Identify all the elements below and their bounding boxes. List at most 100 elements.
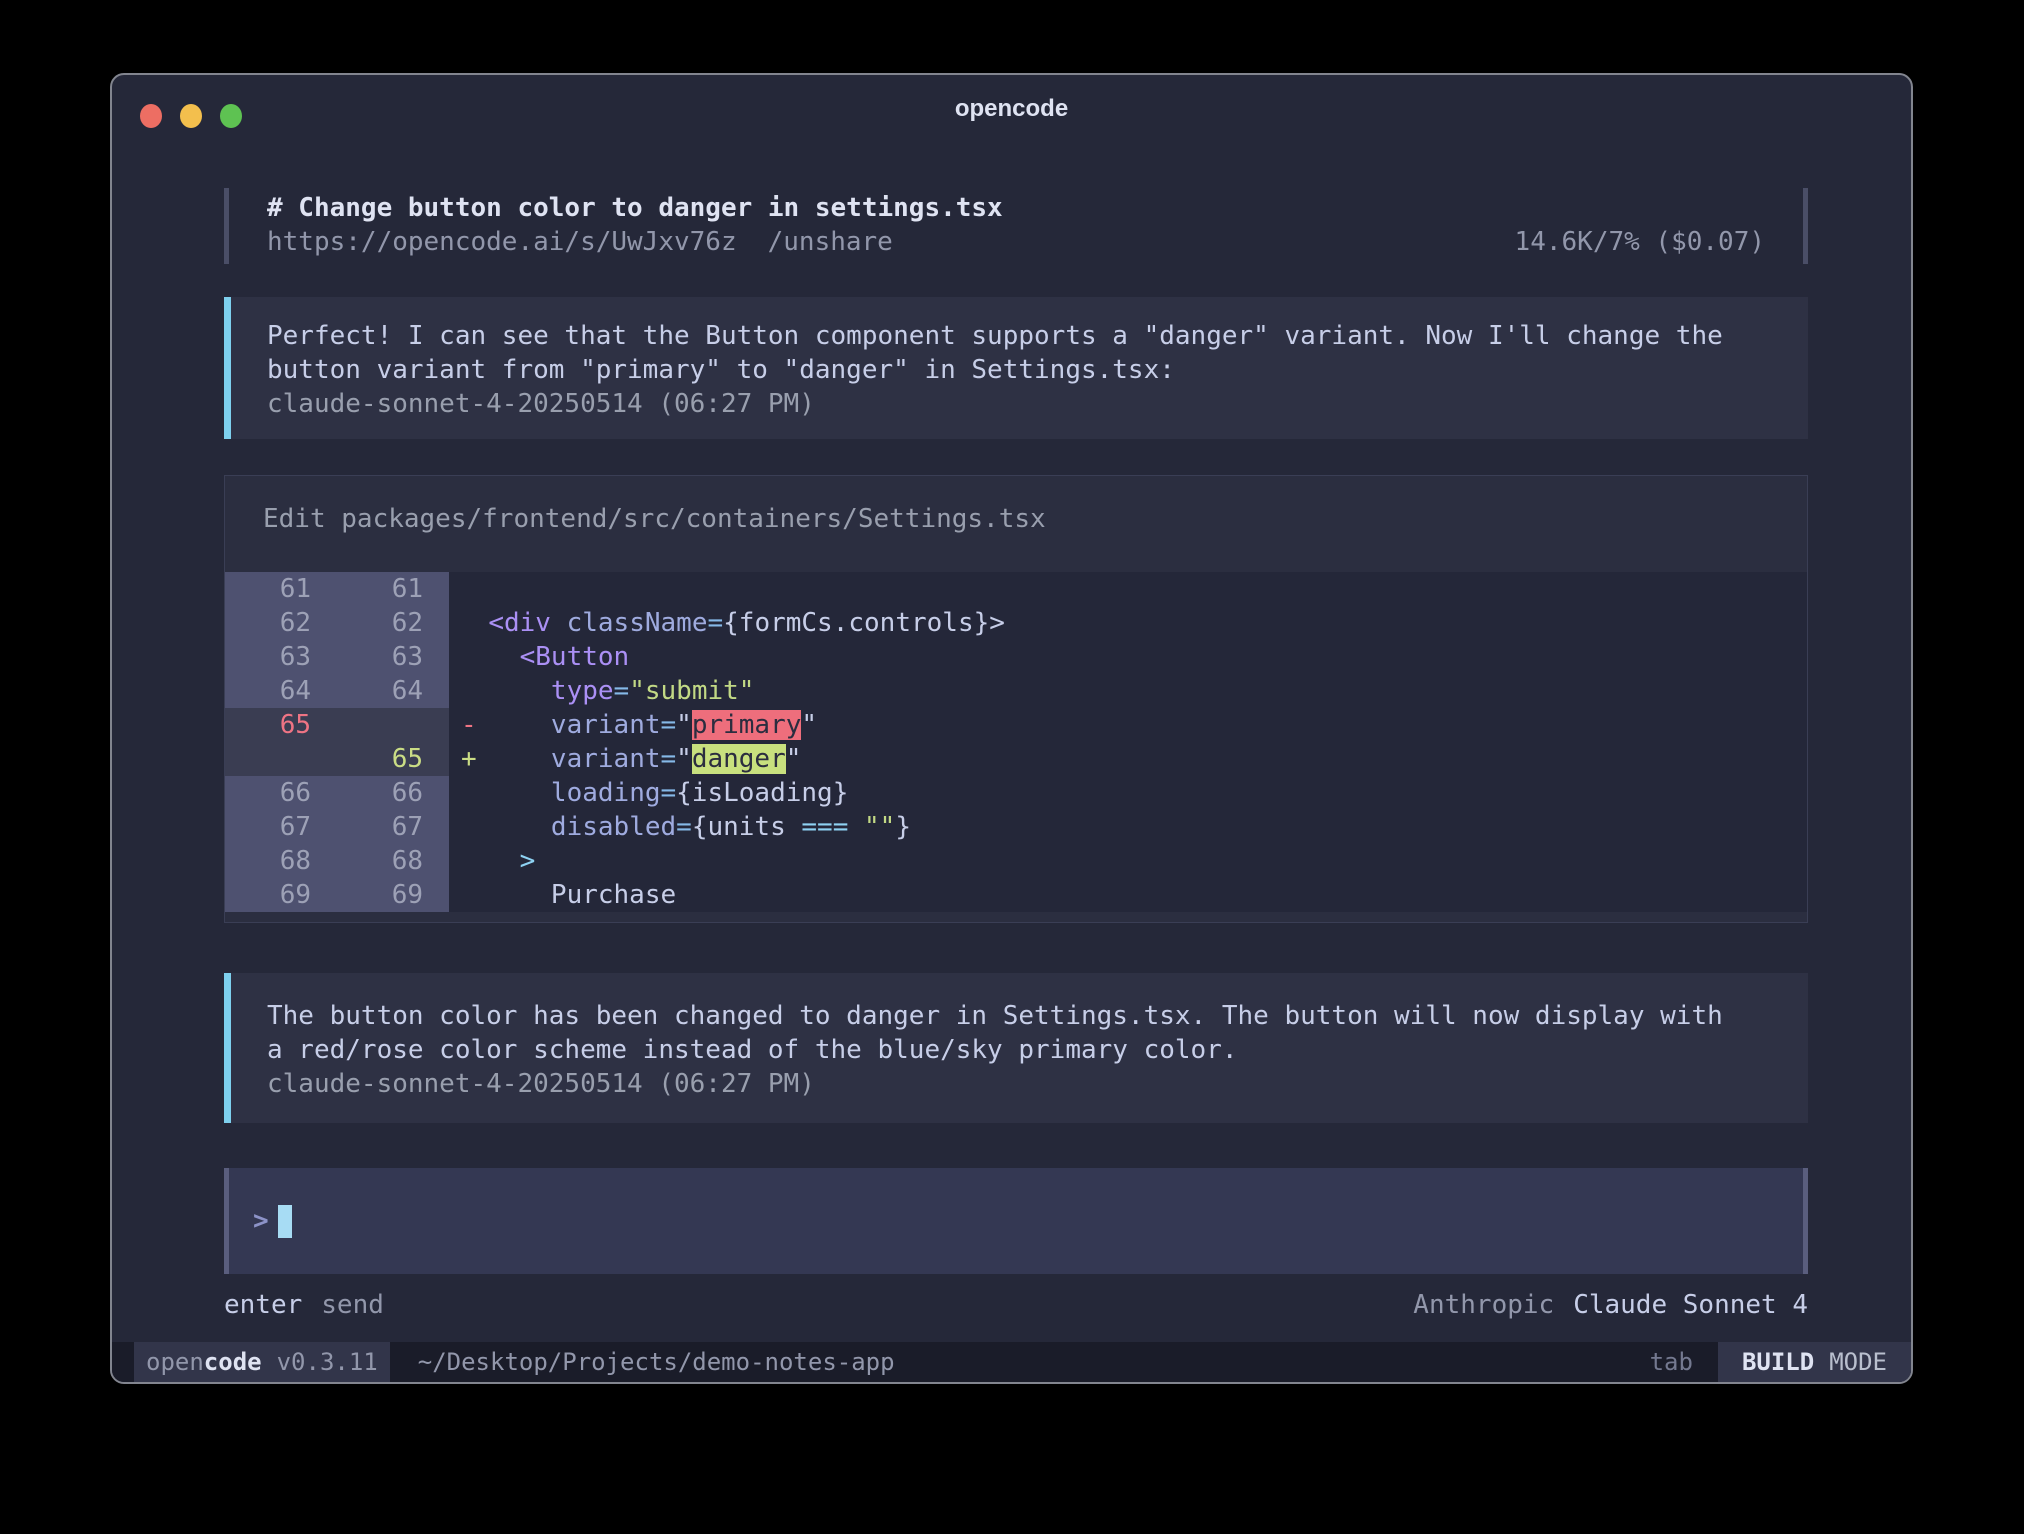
message-model-timestamp: claude-sonnet-4-20250514 (06:27 PM): [267, 1067, 1770, 1101]
code-segment: [551, 608, 567, 638]
line-number-old: 68: [225, 844, 337, 878]
code-line: <Button: [449, 640, 1807, 674]
mode-toggle-chip[interactable]: BUILDMODE: [1718, 1342, 1911, 1382]
code-segment: disabled: [551, 812, 676, 842]
app-name-code: code: [204, 1348, 262, 1376]
diff-row: 6767 disabled={units === ""}: [225, 810, 1807, 844]
message-accent-bar: [224, 973, 231, 1123]
code-segment: [457, 642, 520, 672]
statusbar: opencode v0.3.11 ~/Desktop/Projects/demo-…: [112, 1342, 1911, 1382]
diff-row: 6363 <Button: [225, 640, 1807, 674]
session-title: # Change button color to danger in setti…: [267, 191, 1765, 225]
diff-row: 6464 type="submit": [225, 674, 1807, 708]
message-accent-bar: [224, 297, 231, 439]
line-number-old: [225, 742, 337, 776]
model-name: Claude Sonnet 4: [1573, 1290, 1808, 1320]
code-segment: >: [520, 846, 536, 876]
code-segment: {units: [692, 812, 802, 842]
code-segment: <div: [488, 608, 551, 638]
mode-name: BUILD: [1742, 1348, 1814, 1376]
prompt-footer: enter send Anthropic Claude Sonnet 4: [224, 1288, 1808, 1322]
code-segment: ": [801, 710, 817, 740]
line-number-new: [337, 708, 449, 742]
line-number-new: 69: [337, 878, 449, 912]
app-version-chip: opencode v0.3.11: [134, 1342, 390, 1382]
diff-marker: -: [461, 708, 477, 742]
unshare-command[interactable]: /unshare: [768, 225, 893, 259]
code-segment: =: [614, 676, 630, 706]
message-text-line: button variant from "primary" to "danger…: [267, 353, 1770, 387]
line-number-new: 63: [337, 640, 449, 674]
opencode-window: opencode # Change button color to danger…: [110, 73, 1913, 1384]
code-segment: }: [895, 812, 911, 842]
diff-row: 65+ variant="danger": [225, 742, 1807, 776]
code-segment: loading: [551, 778, 661, 808]
code-segment: danger: [692, 744, 786, 774]
diff-row: 65 - variant="primary": [225, 708, 1807, 742]
code-segment: [457, 812, 551, 842]
line-number-new: 68: [337, 844, 449, 878]
text-cursor: [278, 1205, 292, 1238]
line-number-new: 64: [337, 674, 449, 708]
diff-row: 6868 >: [225, 844, 1807, 878]
code-segment: =: [661, 778, 677, 808]
code-segment: ": [676, 710, 692, 740]
line-number-new: 62: [337, 606, 449, 640]
code-segment: variant: [551, 710, 661, 740]
code-segment: ": [676, 744, 692, 774]
header-right-bar: [1803, 188, 1808, 264]
app-version: v0.3.11: [277, 1348, 378, 1376]
code-line: + variant="danger": [449, 742, 1807, 776]
diff-view: 61616262 <div className={formCs.controls…: [225, 572, 1807, 912]
code-segment: primary: [692, 710, 802, 740]
code-segment: [848, 812, 864, 842]
assistant-message: The button color has been changed to dan…: [224, 973, 1808, 1123]
share-url-link[interactable]: https://opencode.ai/s/UwJxv76z: [267, 225, 737, 259]
app-name-open: open: [146, 1348, 204, 1376]
line-number-old: 64: [225, 674, 337, 708]
line-number-old: 65: [225, 708, 337, 742]
code-segment: "": [864, 812, 895, 842]
code-segment: ===: [801, 812, 848, 842]
diff-row: 6161: [225, 572, 1807, 606]
code-segment: variant: [551, 744, 661, 774]
line-number-old: 61: [225, 572, 337, 606]
message-model-timestamp: claude-sonnet-4-20250514 (06:27 PM): [267, 387, 1770, 421]
prompt-area: >: [224, 1168, 1808, 1274]
code-segment: {isLoading}: [676, 778, 848, 808]
code-segment: ": [786, 744, 802, 774]
code-segment: "submit": [629, 676, 754, 706]
assistant-message: Perfect! I can see that the Button compo…: [224, 297, 1808, 439]
code-segment: Purchase: [457, 880, 676, 910]
send-hint: enter send: [224, 1288, 384, 1322]
edit-tool-block: Edit packages/frontend/src/containers/Se…: [224, 475, 1808, 923]
code-line: - variant="primary": [449, 708, 1807, 742]
provider-name: Anthropic: [1413, 1290, 1554, 1320]
send-hint-key: enter: [224, 1290, 302, 1320]
code-segment: {formCs.controls}>: [723, 608, 1005, 638]
code-segment: [457, 608, 488, 638]
code-segment: className: [567, 608, 708, 638]
code-segment: =: [676, 812, 692, 842]
code-segment: <Button: [520, 642, 630, 672]
code-segment: [457, 778, 551, 808]
message-text-line: a red/rose color scheme instead of the b…: [267, 1033, 1770, 1067]
code-line: Purchase: [449, 878, 1807, 912]
line-number-new: 65: [337, 742, 449, 776]
content-column: # Change button color to danger in setti…: [224, 75, 1808, 1322]
line-number-new: 67: [337, 810, 449, 844]
line-number-old: 63: [225, 640, 337, 674]
diff-row: 6969 Purchase: [225, 878, 1807, 912]
working-directory: ~/Desktop/Projects/demo-notes-app: [418, 1342, 895, 1382]
line-number-old: 66: [225, 776, 337, 810]
prompt-right-bar: [1803, 1168, 1808, 1274]
code-line: [449, 572, 1807, 606]
code-line: type="submit": [449, 674, 1807, 708]
send-hint-action: send: [321, 1290, 384, 1320]
line-number-old: 67: [225, 810, 337, 844]
prompt-input[interactable]: >: [229, 1168, 1803, 1274]
session-header: # Change button color to danger in setti…: [224, 188, 1808, 264]
code-segment: [457, 846, 520, 876]
line-number-new: 61: [337, 572, 449, 606]
code-line: disabled={units === ""}: [449, 810, 1807, 844]
